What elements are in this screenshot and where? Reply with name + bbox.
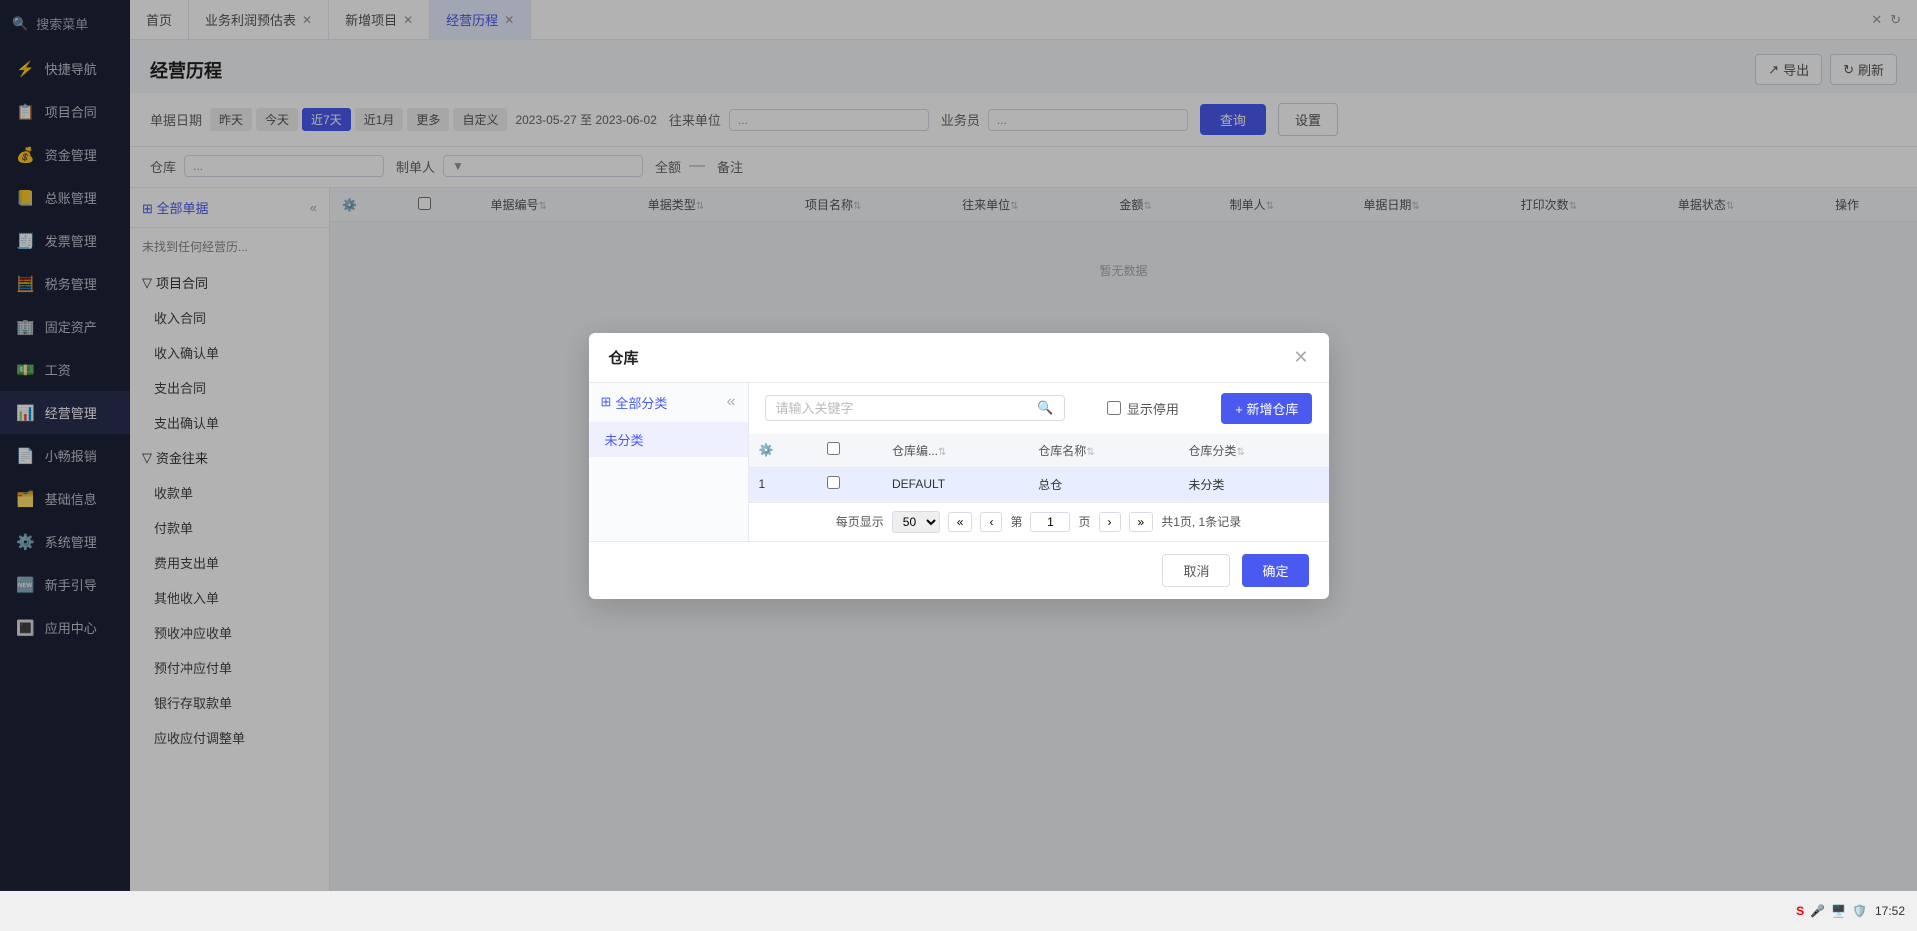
taskbar: S 🎤 🖥️ 🛡️ 17:52 bbox=[0, 891, 1917, 931]
modal-all-categories[interactable]: ⊞ 全部分类 bbox=[601, 393, 668, 412]
modal-th-settings[interactable]: ⚙️ bbox=[749, 434, 818, 468]
modal-page-label: 页 bbox=[1078, 513, 1090, 530]
modal-footer-bar: 每页显示 50 « ‹ 第 页 › » 共1页, 1条记录 bbox=[749, 502, 1329, 541]
modal-search-input[interactable] bbox=[776, 401, 1032, 416]
row-num: 1 bbox=[749, 467, 818, 501]
modal-th-name: 仓库名称⇅ bbox=[1028, 434, 1178, 468]
add-warehouse-button[interactable]: + 新增仓库 bbox=[1221, 393, 1312, 424]
modal-body: ⊞ 全部分类 « 未分类 🔍 bbox=[589, 383, 1329, 541]
modal-show-disabled-text: 显示停用 bbox=[1127, 399, 1179, 418]
modal-right-panel: 🔍 显示停用 + 新增仓库 ⚙️ bbox=[749, 383, 1329, 541]
row-checkbox[interactable] bbox=[817, 467, 882, 501]
cancel-button[interactable]: 取消 bbox=[1162, 554, 1230, 587]
modal-collapse-button[interactable]: « bbox=[727, 393, 736, 411]
modal-total: 共1页, 1条记录 bbox=[1161, 513, 1241, 530]
modal-overlay: 仓库 ✕ ⊞ 全部分类 « 未分类 bbox=[0, 0, 1917, 931]
modal-toolbar: 🔍 显示停用 + 新增仓库 bbox=[749, 383, 1329, 434]
confirm-button[interactable]: 确定 bbox=[1242, 554, 1308, 587]
table-row[interactable]: 1 DEFAULT 总仓 未分类 bbox=[749, 467, 1329, 501]
modal-left-panel: ⊞ 全部分类 « 未分类 bbox=[589, 383, 749, 541]
modal-page-input[interactable] bbox=[1030, 512, 1070, 532]
modal-page-size-select[interactable]: 50 bbox=[892, 511, 940, 533]
modal-left-header: ⊞ 全部分类 « bbox=[589, 393, 748, 422]
modal-all-label: 全部分类 bbox=[615, 393, 667, 412]
grid-modal-icon: ⊞ bbox=[601, 394, 612, 410]
modal-search-wrap[interactable]: 🔍 bbox=[765, 395, 1065, 421]
modal-show-disabled-label[interactable]: 显示停用 bbox=[1107, 399, 1179, 418]
modal-header: 仓库 ✕ bbox=[589, 333, 1329, 383]
taskbar-icons: S 🎤 🖥️ 🛡️ bbox=[1796, 904, 1867, 918]
modal-next-page[interactable]: › bbox=[1099, 512, 1121, 532]
modal-first-page[interactable]: « bbox=[948, 512, 973, 532]
modal-last-page[interactable]: » bbox=[1129, 512, 1154, 532]
taskbar-s-icon: S bbox=[1796, 904, 1804, 918]
row-name: 总仓 bbox=[1028, 467, 1178, 501]
row-category: 未分类 bbox=[1178, 467, 1328, 501]
modal-title: 仓库 bbox=[609, 347, 639, 368]
modal-cat-unclassified[interactable]: 未分类 bbox=[589, 422, 748, 457]
modal-per-page-label: 每页显示 bbox=[836, 513, 884, 530]
modal-prev-page[interactable]: ‹ bbox=[980, 512, 1002, 532]
modal-actions: 取消 确定 bbox=[589, 541, 1329, 599]
modal-th-category: 仓库分类⇅ bbox=[1178, 434, 1328, 468]
taskbar-time: 17:52 bbox=[1875, 904, 1905, 918]
taskbar-screen-icon: 🖥️ bbox=[1831, 904, 1846, 918]
modal-table: ⚙️ 仓库编...⇅ 仓库名称⇅ 仓库分类⇅ bbox=[749, 434, 1329, 502]
modal-search-icon: 🔍 bbox=[1037, 400, 1053, 416]
modal-jump-label: 第 bbox=[1010, 513, 1022, 530]
modal-show-disabled-checkbox[interactable] bbox=[1107, 401, 1121, 415]
modal-th-checkbox[interactable] bbox=[817, 434, 882, 468]
modal-th-code: 仓库编...⇅ bbox=[882, 434, 1028, 468]
modal-close-button[interactable]: ✕ bbox=[1293, 347, 1308, 368]
row-code: DEFAULT bbox=[882, 467, 1028, 501]
modal-select-all[interactable] bbox=[827, 442, 840, 455]
taskbar-shield-icon: 🛡️ bbox=[1852, 904, 1867, 918]
modal-cat-label: 未分类 bbox=[605, 433, 644, 448]
taskbar-mic-icon: 🎤 bbox=[1810, 904, 1825, 918]
warehouse-modal: 仓库 ✕ ⊞ 全部分类 « 未分类 bbox=[589, 333, 1329, 599]
